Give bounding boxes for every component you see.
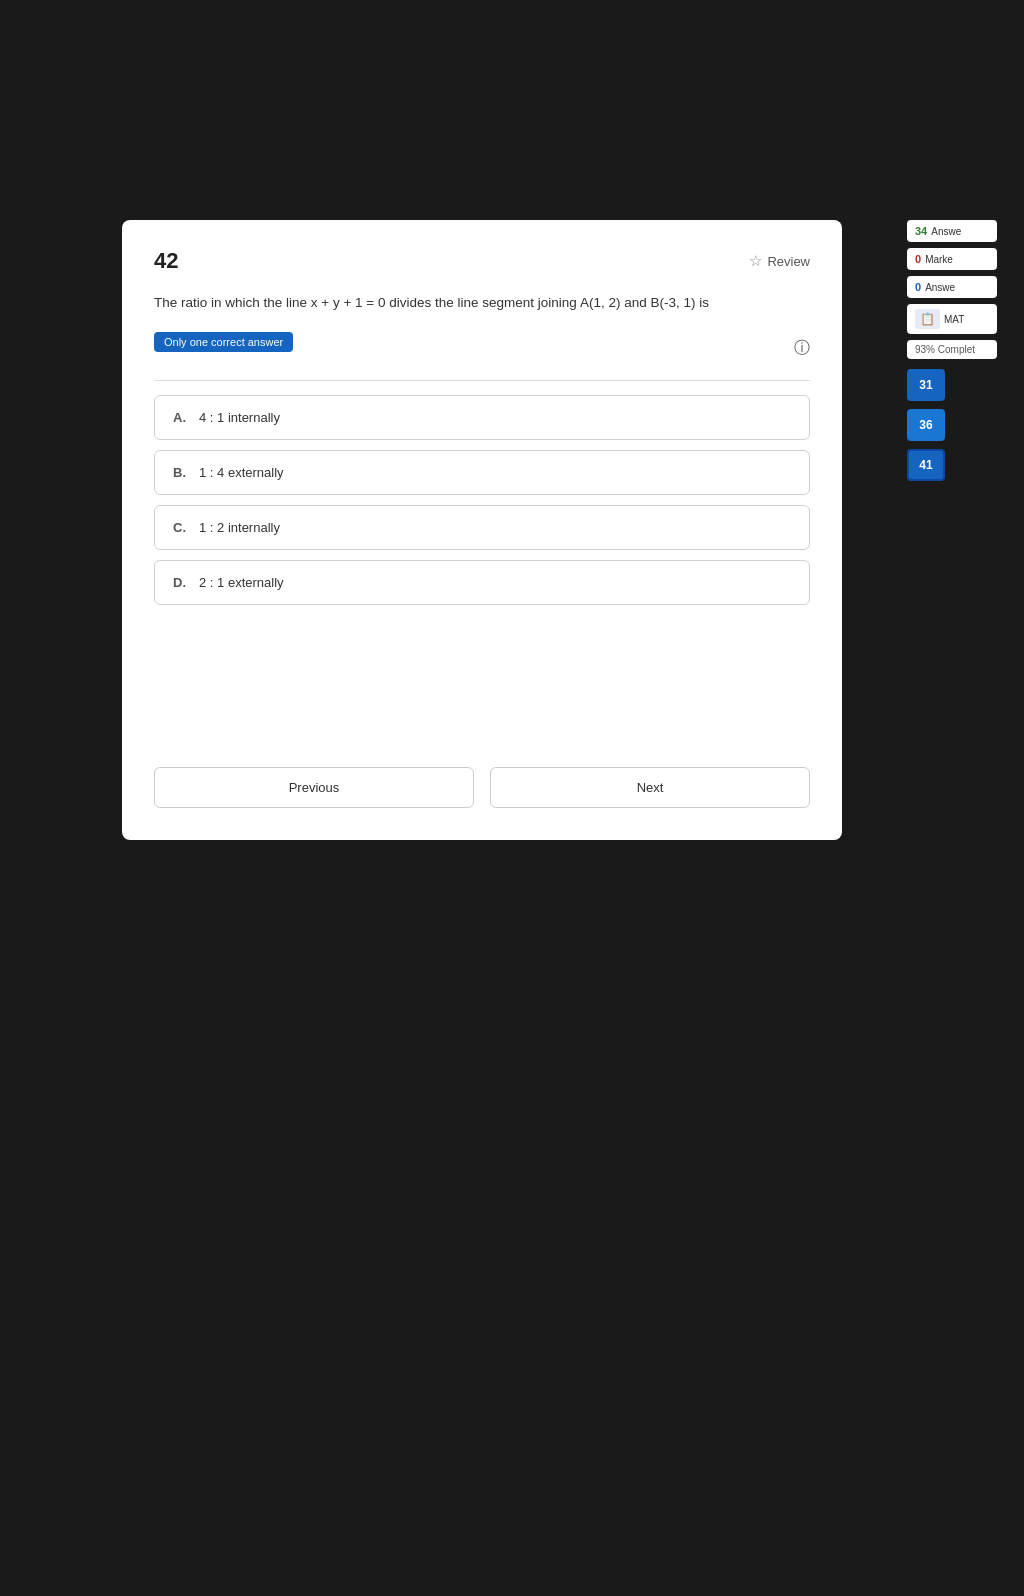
question-header: 42 ☆ Review [154, 248, 810, 274]
option-d-text: 2 : 1 externally [199, 575, 284, 590]
next-button[interactable]: Next [490, 767, 810, 808]
option-a-text: 4 : 1 internally [199, 410, 280, 425]
option-c-label: C. [173, 520, 189, 535]
option-c-text: 1 : 2 internally [199, 520, 280, 535]
progress-text: 93% Complet [907, 340, 997, 359]
subject-icon: 📋 [915, 309, 940, 329]
option-a-label: A. [173, 410, 189, 425]
options-list: A. 4 : 1 internally B. 1 : 4 externally … [154, 395, 810, 605]
option-b-text: 1 : 4 externally [199, 465, 284, 480]
option-a[interactable]: A. 4 : 1 internally [154, 395, 810, 440]
subject-stat: 📋 MAT [907, 304, 997, 334]
review-button[interactable]: ☆ Review [749, 252, 810, 270]
option-d-label: D. [173, 575, 189, 590]
marked-stat: 0 Marke [907, 248, 997, 270]
option-c[interactable]: C. 1 : 2 internally [154, 505, 810, 550]
question-text: The ratio in which the line x + y + 1 = … [154, 292, 810, 314]
not-answered-stat: 0 Answe [907, 276, 997, 298]
option-d[interactable]: D. 2 : 1 externally [154, 560, 810, 605]
star-icon: ☆ [749, 252, 762, 270]
answered-count: 34 [915, 225, 927, 237]
marked-count: 0 [915, 253, 921, 265]
question-nav-31[interactable]: 31 [907, 369, 945, 401]
question-number: 42 [154, 248, 178, 274]
answered-label: Answe [931, 226, 961, 237]
subject-label: MAT [944, 314, 964, 325]
nav-buttons: Previous Next [154, 727, 810, 808]
info-icon[interactable]: ⓘ [794, 338, 810, 359]
question-nav-41[interactable]: 41 [907, 449, 945, 481]
question-card: 42 ☆ Review The ratio in which the line … [122, 220, 842, 840]
option-b[interactable]: B. 1 : 4 externally [154, 450, 810, 495]
main-container: 42 ☆ Review The ratio in which the line … [122, 220, 902, 840]
answer-type-badge: Only one correct answer [154, 332, 293, 352]
answered-stat: 34 Answe [907, 220, 997, 242]
review-label: Review [767, 254, 810, 269]
sidebar: 34 Answe 0 Marke 0 Answe 📋 MAT 93% Compl… [907, 220, 997, 485]
option-b-label: B. [173, 465, 189, 480]
question-nav-36[interactable]: 36 [907, 409, 945, 441]
marked-label: Marke [925, 254, 953, 265]
divider [154, 380, 810, 381]
previous-button[interactable]: Previous [154, 767, 474, 808]
not-answered-count: 0 [915, 281, 921, 293]
not-answered-label: Answe [925, 282, 955, 293]
